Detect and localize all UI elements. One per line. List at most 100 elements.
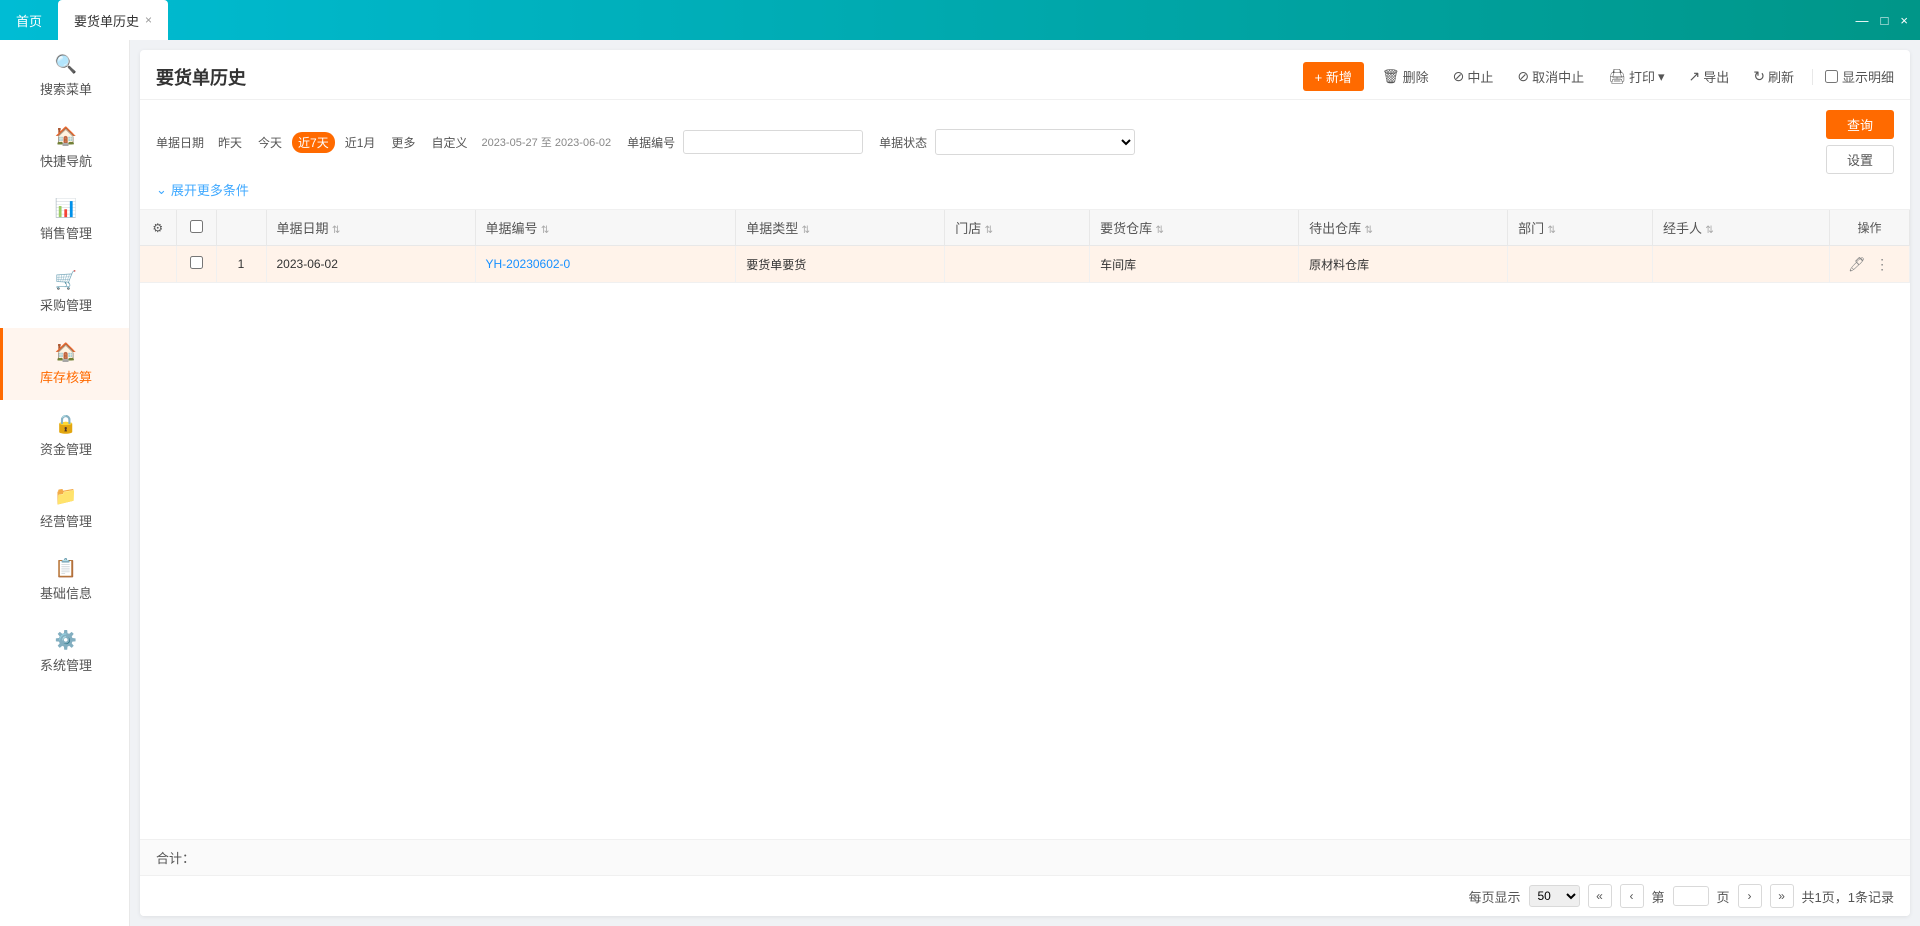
sidebar: 🔍 搜索菜单 🏠 快捷导航 📊 销售管理 🛒 采购管理 🏠 库存核算 🔒 资金管… — [0, 40, 130, 926]
th-docno[interactable]: 单据编号 ⇅ — [475, 210, 736, 246]
sidebar-label-quick-nav: 快捷导航 — [40, 151, 92, 170]
td-doctype: 要货单要货 — [736, 246, 945, 283]
date-btn-yesterday[interactable]: 昨天 — [212, 132, 248, 153]
content-area: 要货单历史 + 新增 🗑 删除 ⊘ 中止 ⊘ 取消中止 — [130, 40, 1920, 926]
tab-home[interactable]: 首页 — [0, 0, 58, 40]
date-range-display: 2023-05-27 至 2023-06-02 — [481, 134, 611, 150]
inventory-icon: 🏠 — [55, 342, 77, 363]
select-all-checkbox[interactable] — [190, 220, 203, 233]
new-button[interactable]: + 新增 — [1303, 62, 1364, 91]
th-doctype[interactable]: 单据类型 ⇅ — [736, 210, 945, 246]
status-filter-label: 单据状态 — [879, 134, 927, 151]
print-dropdown-icon: ▾ — [1658, 69, 1665, 85]
print-icon: 🖨 — [1608, 68, 1626, 85]
toolbar: + 新增 🗑 删除 ⊘ 中止 ⊘ 取消中止 🖨 打 — [1303, 62, 1894, 91]
date-btn-custom[interactable]: 自定义 — [425, 132, 473, 153]
toolbar-divider — [1812, 69, 1813, 85]
print-button[interactable]: 🖨 打印 ▾ — [1602, 63, 1670, 90]
row-more-icon[interactable]: ⋮ — [1871, 253, 1893, 275]
sidebar-label-search-menu: 搜索菜单 — [40, 79, 92, 98]
tab-active[interactable]: 要货单历史 × — [58, 0, 168, 40]
docno-input[interactable] — [683, 130, 863, 154]
sidebar-item-base-info[interactable]: 📋 基础信息 — [0, 544, 129, 616]
th-from-warehouse[interactable]: 要货仓库 ⇅ — [1090, 210, 1299, 246]
page-header: 要货单历史 + 新增 🗑 删除 ⊘ 中止 ⊘ 取消中止 — [140, 50, 1910, 100]
table-row: 1 2023-06-02 YH-20230602-0 要货单要货 车间库 原材料… — [140, 246, 1910, 283]
th-settings[interactable]: ⚙ — [140, 210, 176, 246]
date-btn-1month[interactable]: 近1月 — [339, 132, 382, 153]
th-checkbox[interactable] — [176, 210, 216, 246]
sidebar-item-finance[interactable]: 🔒 资金管理 — [0, 400, 129, 472]
sort-department-icon: ⇅ — [1547, 225, 1555, 236]
show-detail-checkbox[interactable] — [1825, 70, 1838, 83]
total-label: 合计： — [156, 848, 195, 867]
date-quick-btns: 昨天 今天 近7天 近1月 更多 自定义 — [212, 132, 473, 153]
last-page-btn[interactable]: » — [1770, 884, 1794, 908]
sidebar-item-quick-nav[interactable]: 🏠 快捷导航 — [0, 112, 129, 184]
next-page-btn[interactable]: › — [1738, 884, 1762, 908]
page-input[interactable]: 1 — [1673, 886, 1709, 906]
filter-status-group: 单据状态 — [879, 129, 1135, 155]
cancel-stop-button[interactable]: ⊘ 取消中止 — [1511, 63, 1590, 90]
query-button[interactable]: 查询 — [1826, 110, 1894, 139]
td-ops: 🖊 ⋮ — [1830, 246, 1910, 283]
total-info: 共1页，1条记录 — [1802, 887, 1894, 906]
th-store[interactable]: 门店 ⇅ — [945, 210, 1090, 246]
th-to-warehouse[interactable]: 待出仓库 ⇅ — [1299, 210, 1508, 246]
date-btn-today[interactable]: 今天 — [252, 132, 288, 153]
maximize-icon[interactable]: □ — [1881, 13, 1889, 28]
first-page-btn[interactable]: « — [1588, 884, 1612, 908]
table-footer: 合计： — [140, 839, 1910, 875]
cancel-stop-icon: ⊘ — [1517, 68, 1529, 85]
stop-button[interactable]: ⊘ 中止 — [1447, 63, 1500, 90]
page-content: 要货单历史 + 新增 🗑 删除 ⊘ 中止 ⊘ 取消中止 — [140, 50, 1910, 916]
search-menu-icon: 🔍 — [55, 54, 77, 75]
filter-actions: 查询 设置 — [1826, 110, 1894, 174]
window-close-icon[interactable]: × — [1900, 13, 1908, 28]
base-info-icon: 📋 — [55, 558, 77, 579]
date-btn-more[interactable]: 更多 — [385, 132, 421, 153]
main-layout: 🔍 搜索菜单 🏠 快捷导航 📊 销售管理 🛒 采购管理 🏠 库存核算 🔒 资金管… — [0, 40, 1920, 926]
sidebar-item-inventory[interactable]: 🏠 库存核算 — [0, 328, 129, 400]
sidebar-item-operation[interactable]: 📁 经营管理 — [0, 472, 129, 544]
delete-button[interactable]: 🗑 删除 — [1376, 63, 1435, 90]
minimize-icon[interactable]: — — [1856, 13, 1869, 28]
sales-icon: 📊 — [55, 198, 77, 219]
sort-doctype-icon: ⇅ — [802, 225, 810, 236]
topbar-window-controls: — □ × — [1856, 13, 1920, 28]
close-tab-icon[interactable]: × — [145, 13, 152, 27]
date-btn-7days[interactable]: 近7天 — [292, 132, 335, 153]
row-checkbox[interactable] — [190, 256, 203, 269]
refresh-button[interactable]: ↻ 刷新 — [1747, 63, 1800, 90]
sidebar-item-sales[interactable]: 📊 销售管理 — [0, 184, 129, 256]
prev-page-btn[interactable]: ‹ — [1620, 884, 1644, 908]
per-page-select[interactable]: 20 50 100 — [1529, 885, 1580, 907]
finance-icon: 🔒 — [55, 414, 77, 435]
export-button[interactable]: ↗ 导出 — [1682, 63, 1735, 90]
settings-button[interactable]: 设置 — [1826, 145, 1894, 174]
sidebar-item-system[interactable]: ⚙️ 系统管理 — [0, 616, 129, 688]
sort-docno-icon: ⇅ — [541, 225, 549, 236]
td-department — [1508, 246, 1653, 283]
export-icon: ↗ — [1688, 68, 1700, 85]
operation-icon: 📁 — [55, 486, 77, 507]
th-department[interactable]: 部门 ⇅ — [1508, 210, 1653, 246]
status-select[interactable] — [935, 129, 1135, 155]
sort-date-icon: ⇅ — [332, 225, 340, 236]
row-edit-icon[interactable]: 🖊 — [1846, 253, 1868, 275]
stop-icon: ⊘ — [1453, 68, 1465, 85]
td-checkbox[interactable] — [176, 246, 216, 283]
quick-nav-icon: 🏠 — [55, 126, 77, 147]
sidebar-item-search-menu[interactable]: 🔍 搜索菜单 — [0, 40, 129, 112]
pagination-bar: 每页显示 20 50 100 « ‹ 第 1 页 › » 共1页，1条记录 — [140, 875, 1910, 916]
table-body: 1 2023-06-02 YH-20230602-0 要货单要货 车间库 原材料… — [140, 246, 1910, 283]
show-detail-checkbox-label[interactable]: 显示明细 — [1825, 67, 1894, 86]
th-date[interactable]: 单据日期 ⇅ — [266, 210, 475, 246]
docno-filter-label: 单据编号 — [627, 134, 675, 151]
expand-more-btn[interactable]: ⌄ 展开更多条件 — [156, 174, 1894, 199]
td-docno[interactable]: YH-20230602-0 — [475, 246, 736, 283]
filter-area: 单据日期 昨天 今天 近7天 近1月 更多 自定义 2023-05-27 至 2… — [140, 100, 1910, 210]
sidebar-item-purchase[interactable]: 🛒 采购管理 — [0, 256, 129, 328]
sidebar-label-purchase: 采购管理 — [40, 295, 92, 314]
th-handler[interactable]: 经手人 ⇅ — [1653, 210, 1830, 246]
